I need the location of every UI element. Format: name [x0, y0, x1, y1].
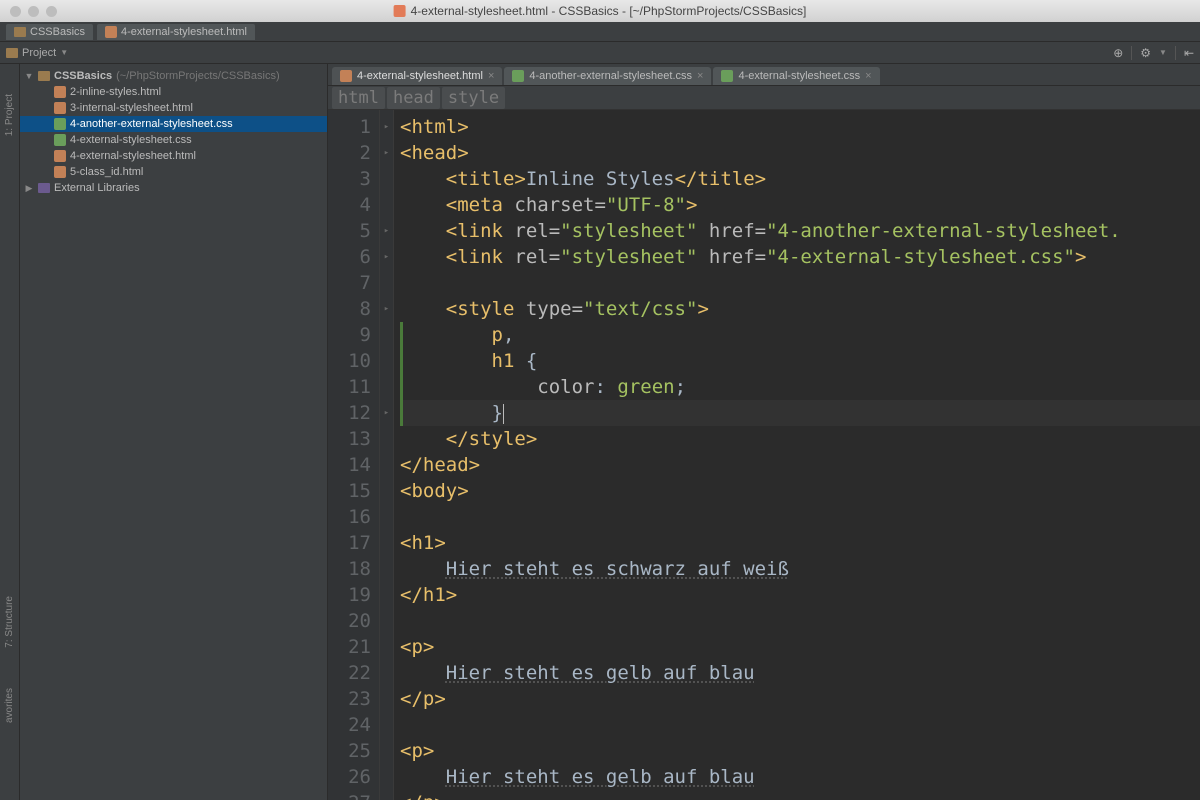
tool-tab-favorites[interactable]: avorites [4, 688, 15, 723]
editor-tab[interactable]: 4-external-stylesheet.css × [713, 67, 879, 85]
folder-icon [6, 48, 18, 58]
html-file-icon [105, 26, 117, 38]
tree-file[interactable]: 2-inline-styles.html [20, 84, 327, 100]
html-file-icon [54, 166, 66, 178]
collapse-icon[interactable] [1184, 46, 1194, 60]
nav-tab-file[interactable]: 4-external-stylesheet.html [97, 24, 255, 40]
tool-tab-structure[interactable]: 7: Structure [4, 596, 15, 648]
editor-tab-label: 4-external-stylesheet.html [357, 70, 483, 82]
close-tab-icon[interactable]: × [697, 70, 703, 82]
editor-tab[interactable]: 4-external-stylesheet.html × [332, 67, 502, 85]
html-file-icon [54, 102, 66, 114]
minimize-window-icon[interactable] [28, 6, 39, 17]
html-file-icon [54, 86, 66, 98]
library-icon [38, 183, 50, 193]
nav-tab-project[interactable]: CSSBasics [6, 24, 93, 40]
editor-tab-label: 4-external-stylesheet.css [738, 70, 860, 82]
project-view-selector[interactable]: Project ▼ [6, 47, 68, 59]
tree-file[interactable]: 3-internal-stylesheet.html [20, 100, 327, 116]
close-tab-icon[interactable]: × [488, 70, 494, 82]
tree-external-libraries[interactable]: ▶ External Libraries [20, 180, 327, 196]
navigation-bar: CSSBasics 4-external-stylesheet.html [0, 22, 1200, 42]
tree-file-label: 4-external-stylesheet.html [70, 150, 196, 162]
breadcrumb-item[interactable]: head [387, 87, 440, 109]
tree-root[interactable]: ▼ CSSBasics (~/PhpStormProjects/CSSBasic… [20, 68, 327, 84]
folder-icon [38, 71, 50, 81]
window-titlebar: 4-external-stylesheet.html - CSSBasics -… [0, 0, 1200, 22]
project-tree[interactable]: ▼ CSSBasics (~/PhpStormProjects/CSSBasic… [20, 64, 328, 800]
expand-arrow-icon[interactable]: ▶ [24, 183, 34, 194]
editor-tab[interactable]: 4-another-external-stylesheet.css × [504, 67, 711, 85]
tree-root-path: (~/PhpStormProjects/CSSBasics) [116, 70, 280, 82]
code-editor[interactable]: 1234567891011121314151617181920212223242… [328, 110, 1200, 800]
nav-tab-label: 4-external-stylesheet.html [121, 26, 247, 38]
expand-arrow-icon[interactable]: ▼ [24, 71, 34, 81]
window-controls[interactable] [0, 6, 57, 17]
css-file-icon [512, 70, 524, 82]
project-view-label: Project [22, 47, 56, 59]
html-file-icon [54, 150, 66, 162]
scroll-from-source-icon[interactable] [1113, 46, 1123, 60]
tool-tab-project[interactable]: 1: Project [4, 94, 15, 136]
tree-file[interactable]: 4-external-stylesheet.html [20, 148, 327, 164]
tree-file-selected[interactable]: 4-another-external-stylesheet.css [20, 116, 327, 132]
tree-file-label: 2-inline-styles.html [70, 86, 161, 98]
tree-external-label: External Libraries [54, 182, 140, 194]
nav-tab-label: CSSBasics [30, 26, 85, 38]
project-toolbar: Project ▼ ▼ [0, 42, 1200, 64]
close-window-icon[interactable] [10, 6, 21, 17]
tree-file[interactable]: 5-class_id.html [20, 164, 327, 180]
code-content[interactable]: <html><head> <title>Inline Styles</title… [394, 110, 1200, 800]
app-file-icon [394, 5, 406, 17]
tree-file-label: 5-class_id.html [70, 166, 143, 178]
fold-gutter[interactable]: ▸▸▸▸▸▸ [380, 110, 394, 800]
tree-file[interactable]: 4-external-stylesheet.css [20, 132, 327, 148]
tree-file-label: 3-internal-stylesheet.html [70, 102, 193, 114]
line-number-gutter: 1234567891011121314151617181920212223242… [328, 110, 380, 800]
breadcrumb-item[interactable]: html [332, 87, 385, 109]
editor-tabs: 4-external-stylesheet.html × 4-another-e… [328, 64, 1200, 86]
left-tool-stripe: 1: Project 7: Structure avorites [0, 64, 20, 800]
breadcrumb: html head style [328, 86, 1200, 110]
editor-tab-label: 4-another-external-stylesheet.css [529, 70, 692, 82]
tree-file-label: 4-another-external-stylesheet.css [70, 118, 233, 130]
window-title: 4-external-stylesheet.html - CSSBasics -… [411, 4, 807, 18]
zoom-window-icon[interactable] [46, 6, 57, 17]
html-file-icon [340, 70, 352, 82]
close-tab-icon[interactable]: × [865, 70, 871, 82]
dropdown-arrow-icon: ▼ [1159, 48, 1167, 57]
css-file-icon [721, 70, 733, 82]
css-file-icon [54, 118, 66, 130]
folder-icon [14, 27, 26, 37]
editor: 4-external-stylesheet.html × 4-another-e… [328, 64, 1200, 800]
settings-gear-icon[interactable] [1140, 46, 1151, 60]
tree-file-label: 4-external-stylesheet.css [70, 134, 192, 146]
breadcrumb-item[interactable]: style [442, 87, 505, 109]
tree-root-label: CSSBasics [54, 70, 112, 82]
dropdown-arrow-icon: ▼ [60, 48, 68, 57]
css-file-icon [54, 134, 66, 146]
